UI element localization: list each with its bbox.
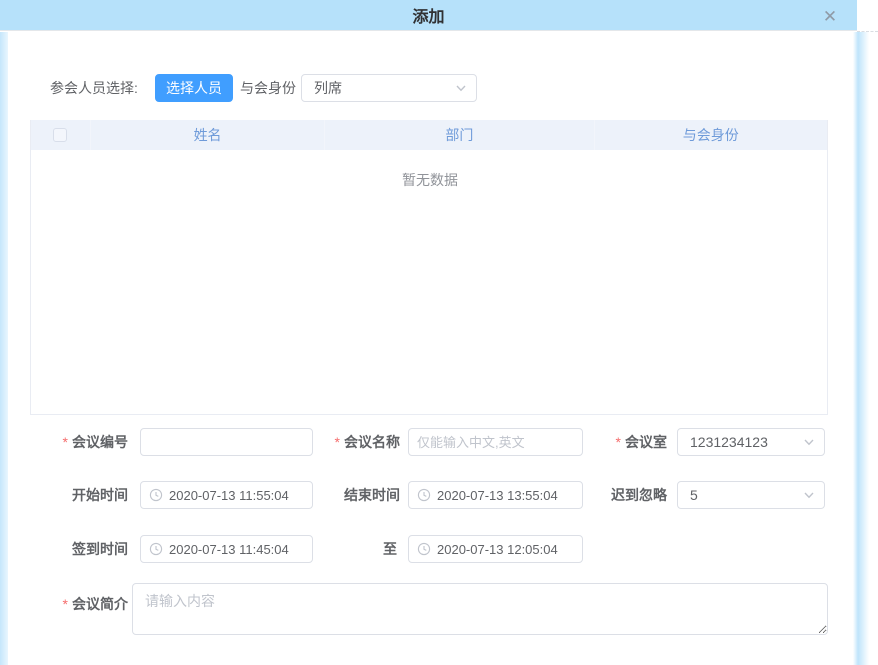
meeting-no-input[interactable] [140, 428, 313, 456]
meeting-room-select-value: 1231234123 [690, 434, 768, 450]
intro-label: *会议简介 [40, 590, 128, 618]
table-header-name: 姓名 [91, 120, 325, 150]
dialog-header: 添加 [0, 0, 857, 31]
required-mark: * [63, 596, 68, 612]
end-time-input[interactable]: 2020-07-13 13:55:04 [408, 481, 583, 509]
meeting-name-input[interactable] [408, 428, 583, 456]
table-header-row: 姓名 部门 与会身份 [31, 120, 827, 150]
required-mark: * [335, 434, 340, 450]
required-mark: * [63, 434, 68, 450]
clock-icon [417, 488, 431, 502]
sign-time-label: 签到时间 [40, 535, 128, 563]
table-header-department: 部门 [325, 120, 594, 150]
meeting-no-label: *会议编号 [40, 428, 128, 456]
meeting-name-label: *会议名称 [320, 428, 400, 456]
participant-select-label: 参会人员选择: [50, 74, 138, 102]
participants-table: 姓名 部门 与会身份 暂无数据 [30, 120, 828, 415]
required-mark: * [616, 434, 621, 450]
start-time-input[interactable]: 2020-07-13 11:55:04 [140, 481, 313, 509]
late-ignore-select-value: 5 [690, 487, 698, 503]
meeting-room-label: *会议室 [595, 428, 667, 456]
identity-select-value: 列席 [314, 78, 342, 98]
clock-icon [417, 542, 431, 556]
chevron-down-icon [455, 82, 467, 94]
chevron-down-icon [803, 489, 815, 501]
late-ignore-select[interactable]: 5 [677, 481, 825, 509]
clock-icon [149, 542, 163, 556]
dialog-title: 添加 [412, 3, 444, 27]
chevron-down-icon [803, 436, 815, 448]
close-icon[interactable]: ✕ [818, 4, 842, 28]
select-all-checkbox[interactable] [53, 128, 67, 142]
table-header-checkbox-cell [31, 120, 91, 150]
clock-icon [149, 488, 163, 502]
sign-time-input[interactable]: 2020-07-13 11:45:04 [140, 535, 313, 563]
page-background-left [0, 32, 8, 665]
start-time-label: 开始时间 [40, 481, 128, 509]
late-ignore-label: 迟到忽略 [595, 481, 667, 509]
sign-to-input[interactable]: 2020-07-13 12:05:04 [408, 535, 583, 563]
table-header-identity: 与会身份 [595, 120, 827, 150]
identity-select[interactable]: 列席 [301, 74, 477, 102]
end-time-label: 结束时间 [320, 481, 400, 509]
identity-label: 与会身份 [240, 74, 296, 102]
divider-dashed [857, 31, 878, 32]
intro-textarea[interactable] [132, 583, 828, 635]
sign-to-label: 至 [330, 535, 397, 563]
table-empty-text: 暂无数据 [31, 170, 829, 190]
meeting-room-select[interactable]: 1231234123 [677, 428, 825, 456]
select-personnel-button[interactable]: 选择人员 [155, 74, 233, 102]
page-background-right [853, 32, 870, 665]
